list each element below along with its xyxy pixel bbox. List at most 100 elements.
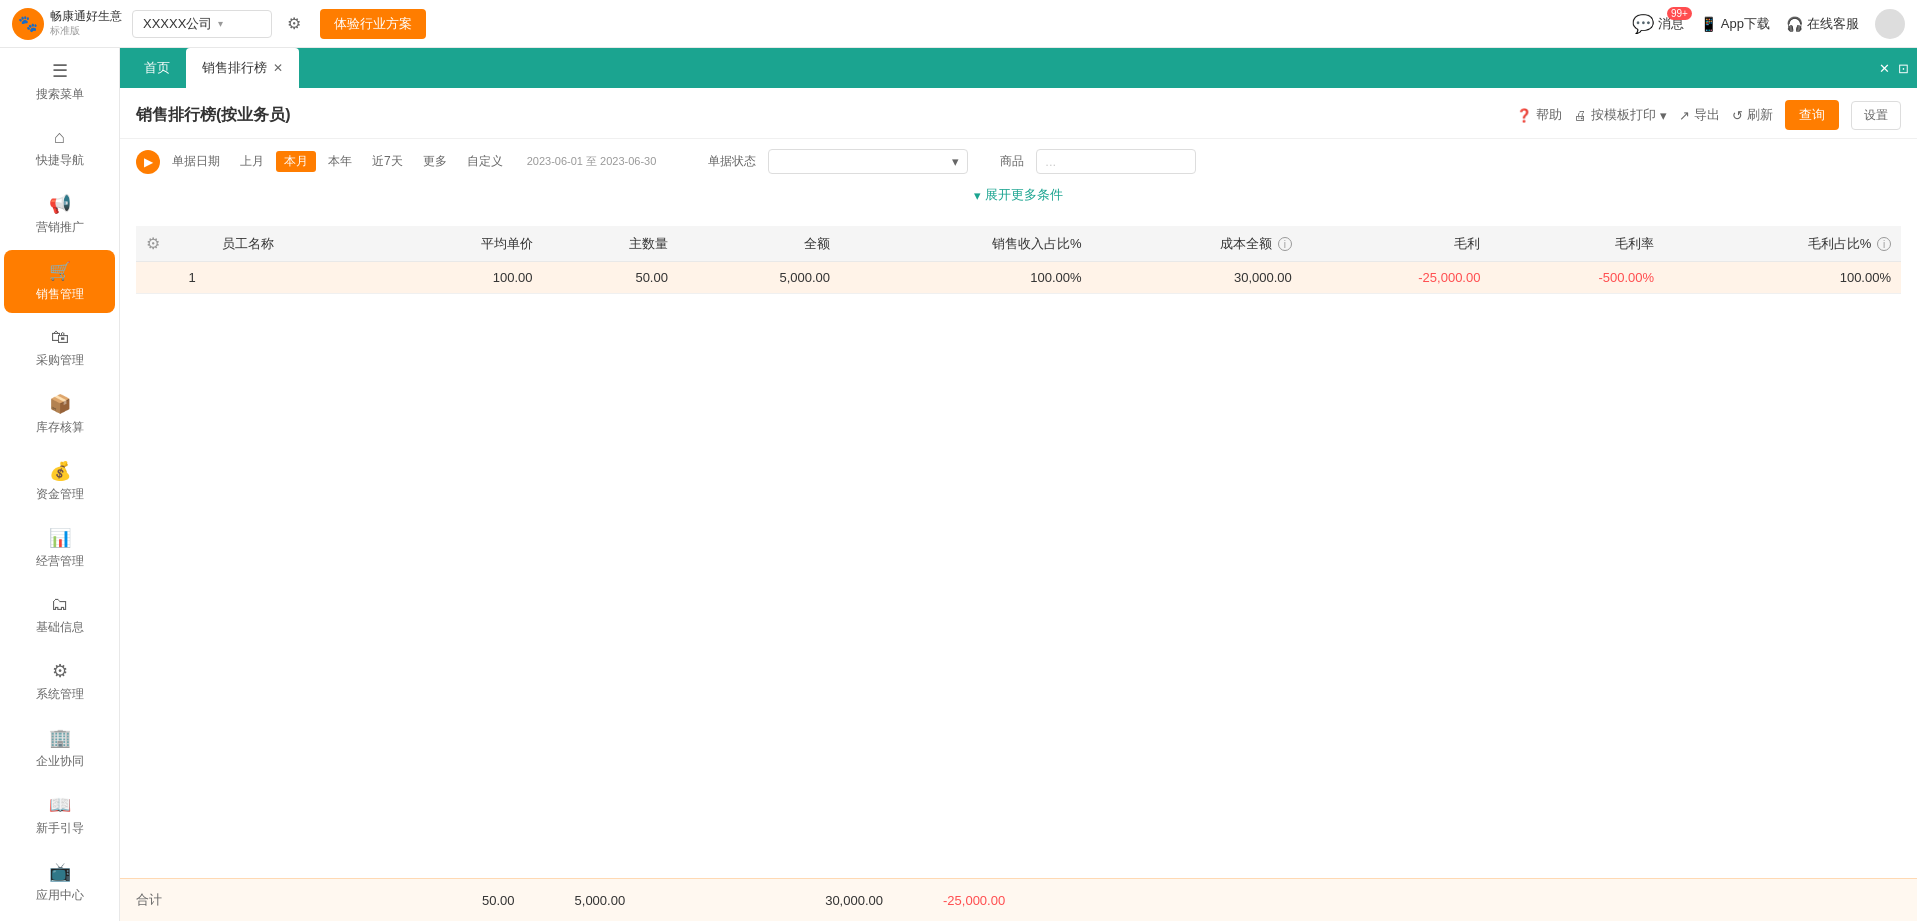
column-settings-icon[interactable]: ⚙ <box>146 235 160 252</box>
cost-info-icon[interactable]: i <box>1278 237 1292 251</box>
refresh-btn[interactable]: ↺ 刷新 <box>1732 106 1773 124</box>
date-tab-custom[interactable]: 自定义 <box>459 151 511 172</box>
date-tab-last-month[interactable]: 上月 <box>232 151 272 172</box>
sidebar-label-enterprise: 企业协同 <box>36 753 84 770</box>
table-row: 1 100.00 50.00 5,000.00 100.00% 30,000.0… <box>136 262 1901 294</box>
date-tab-last-7[interactable]: 近7天 <box>364 151 411 172</box>
sidebar-item-enterprise[interactable]: 🏢 企业协同 <box>4 717 115 780</box>
expand-label: 展开更多条件 <box>985 186 1063 204</box>
sidebar-label-finance: 资金管理 <box>36 486 84 503</box>
gross-pct-info-icon[interactable]: i <box>1877 237 1891 251</box>
header-right: 💬 消息 99+ 📱 App下载 🎧 在线客服 <box>1632 9 1905 39</box>
sidebar-label-sales: 销售管理 <box>36 286 84 303</box>
filter-area: ▶ 单据日期 上月 本月 本年 近7天 更多 自定义 2023-06-01 至 … <box>120 139 1917 226</box>
col-gross-pct-header: 毛利占比% i <box>1664 226 1901 262</box>
export-btn[interactable]: ↗ 导出 <box>1679 106 1720 124</box>
table-body: 1 100.00 50.00 5,000.00 100.00% 30,000.0… <box>136 262 1901 294</box>
mobile-icon: 📱 <box>1700 16 1717 32</box>
app-download-btn[interactable]: 📱 App下载 <box>1700 15 1770 33</box>
trial-button[interactable]: 体验行业方案 <box>320 9 426 39</box>
sidebar-item-system[interactable]: ⚙ 系统管理 <box>4 650 115 713</box>
row-gross-rate-cell: -500.00% <box>1490 262 1664 294</box>
sidebar-item-operations[interactable]: 📊 经营管理 <box>4 517 115 580</box>
col-sales-pct-header: 销售收入占比% <box>840 226 1091 262</box>
page-header: 销售排行榜(按业务员) ❓ 帮助 🖨 按模板打印 ▾ ↗ 导出 <box>120 88 1917 139</box>
date-tab-this-year[interactable]: 本年 <box>320 151 360 172</box>
user-avatar-area[interactable] <box>1875 9 1905 39</box>
sidebar-item-marketing[interactable]: 📢 营销推广 <box>4 183 115 246</box>
tab-maximize-icon[interactable]: ⊡ <box>1898 61 1909 76</box>
date-range-display: 2023-06-01 至 2023-06-30 <box>527 154 657 169</box>
table-container: ⚙ 员工名称 平均单价 主数量 全额 销售收入占比% 成本全额 i <box>120 226 1917 878</box>
sidebar-item-sales[interactable]: 🛒 销售管理 <box>4 250 115 313</box>
expand-conditions-btn[interactable]: ▾ 展开更多条件 <box>974 182 1063 208</box>
sidebar-item-search-order[interactable]: ☰ 搜索菜单 <box>4 50 115 113</box>
app-center-icon: 📺 <box>49 861 71 883</box>
headset-icon: 🎧 <box>1786 16 1803 32</box>
template-print-btn[interactable]: 🖨 按模板打印 ▾ <box>1574 106 1667 124</box>
row-employee-cell <box>212 262 377 294</box>
status-filter-select[interactable]: ▾ <box>768 149 968 174</box>
refresh-label: 刷新 <box>1747 106 1773 124</box>
row-cost-amount-cell: 30,000.00 <box>1092 262 1302 294</box>
main-layout: ☰ 搜索菜单 ⌂ 快捷导航 📢 营销推广 🛒 销售管理 🛍 采购管理 📦 库存核… <box>0 48 1917 921</box>
goods-filter-label: 商品 <box>1000 153 1024 170</box>
message-area[interactable]: 💬 消息 99+ <box>1632 13 1684 35</box>
sidebar-item-guide[interactable]: 📖 新手引导 <box>4 784 115 847</box>
footer-total-label: 合计 <box>136 891 162 909</box>
sidebar-label-basic-info: 基础信息 <box>36 619 84 636</box>
print-icon: 🖨 <box>1574 108 1587 123</box>
table-footer: 合计 50.00 5,000.00 30,000.00 -25,000.00 <box>120 878 1917 921</box>
page-content: 销售排行榜(按业务员) ❓ 帮助 🖨 按模板打印 ▾ ↗ 导出 <box>120 88 1917 921</box>
sidebar-item-app-center[interactable]: 📺 应用中心 <box>4 851 115 914</box>
search-icon: ☰ <box>52 60 68 82</box>
settings-button[interactable]: 设置 <box>1851 101 1901 130</box>
sidebar-item-quick-nav[interactable]: ⌂ 快捷导航 <box>4 117 115 179</box>
footer-cost-amount: 30,000.00 <box>825 893 883 908</box>
date-tab-more[interactable]: 更多 <box>415 151 455 172</box>
help-btn[interactable]: ❓ 帮助 <box>1516 106 1562 124</box>
sidebar-item-purchase[interactable]: 🛍 采购管理 <box>4 317 115 379</box>
tab-bar: 首页 销售排行榜 ✕ ✕ ⊡ <box>120 48 1917 88</box>
date-tab-this-month[interactable]: 本月 <box>276 151 316 172</box>
filter-toggle-btn[interactable]: ▶ <box>136 150 160 174</box>
col-main-qty-header: 主数量 <box>543 226 678 262</box>
sidebar-item-basic-info[interactable]: 🗂 基础信息 <box>4 584 115 646</box>
refresh-icon: ↺ <box>1732 108 1743 123</box>
marketing-icon: 📢 <box>49 193 71 215</box>
table-header: ⚙ 员工名称 平均单价 主数量 全额 销售收入占比% 成本全额 i <box>136 226 1901 262</box>
help-label: 帮助 <box>1536 106 1562 124</box>
online-service-btn[interactable]: 🎧 在线客服 <box>1786 15 1859 33</box>
message-badge: 99+ <box>1667 7 1692 20</box>
sidebar-item-finance[interactable]: 💰 资金管理 <box>4 450 115 513</box>
company-selector[interactable]: XXXXX公司 ▾ <box>132 10 272 38</box>
goods-input-value: ... <box>1045 154 1187 169</box>
online-service-label: 在线客服 <box>1807 15 1859 33</box>
tab-close-window-icon[interactable]: ✕ <box>1879 61 1890 76</box>
purchase-icon: 🛍 <box>51 327 69 348</box>
footer-gross-profit: -25,000.00 <box>943 893 1005 908</box>
operations-icon: 📊 <box>49 527 71 549</box>
logo-icon: 🐾 <box>12 8 44 40</box>
tab-home[interactable]: 首页 <box>128 48 186 88</box>
col-cost-amount-header: 成本全额 i <box>1092 226 1302 262</box>
tab-close-icon[interactable]: ✕ <box>273 61 283 75</box>
row-amount-cell: 5,000.00 <box>678 262 840 294</box>
content-area: 首页 销售排行榜 ✕ ✕ ⊡ 销售排行榜(按业务员) ❓ 帮助 <box>120 48 1917 921</box>
query-button[interactable]: 查询 <box>1785 100 1839 130</box>
app-subtitle: 标准版 <box>50 24 122 38</box>
tab-home-label: 首页 <box>144 59 170 77</box>
company-settings-icon[interactable]: ⚙ <box>280 10 308 38</box>
cart-icon: 🛒 <box>49 260 71 282</box>
help-icon: ❓ <box>1516 108 1532 123</box>
app-download-label: App下载 <box>1721 15 1770 33</box>
row-settings-cell <box>136 262 172 294</box>
status-filter-label: 单据状态 <box>708 153 756 170</box>
chevron-down-icon: ▾ <box>218 18 223 29</box>
col-settings-header[interactable]: ⚙ <box>136 226 172 262</box>
system-icon: ⚙ <box>52 660 68 682</box>
sidebar-item-inventory[interactable]: 📦 库存核算 <box>4 383 115 446</box>
goods-filter-input[interactable]: ... <box>1036 149 1196 174</box>
tab-sales-rank[interactable]: 销售排行榜 ✕ <box>186 48 299 88</box>
export-icon: ↗ <box>1679 108 1690 123</box>
